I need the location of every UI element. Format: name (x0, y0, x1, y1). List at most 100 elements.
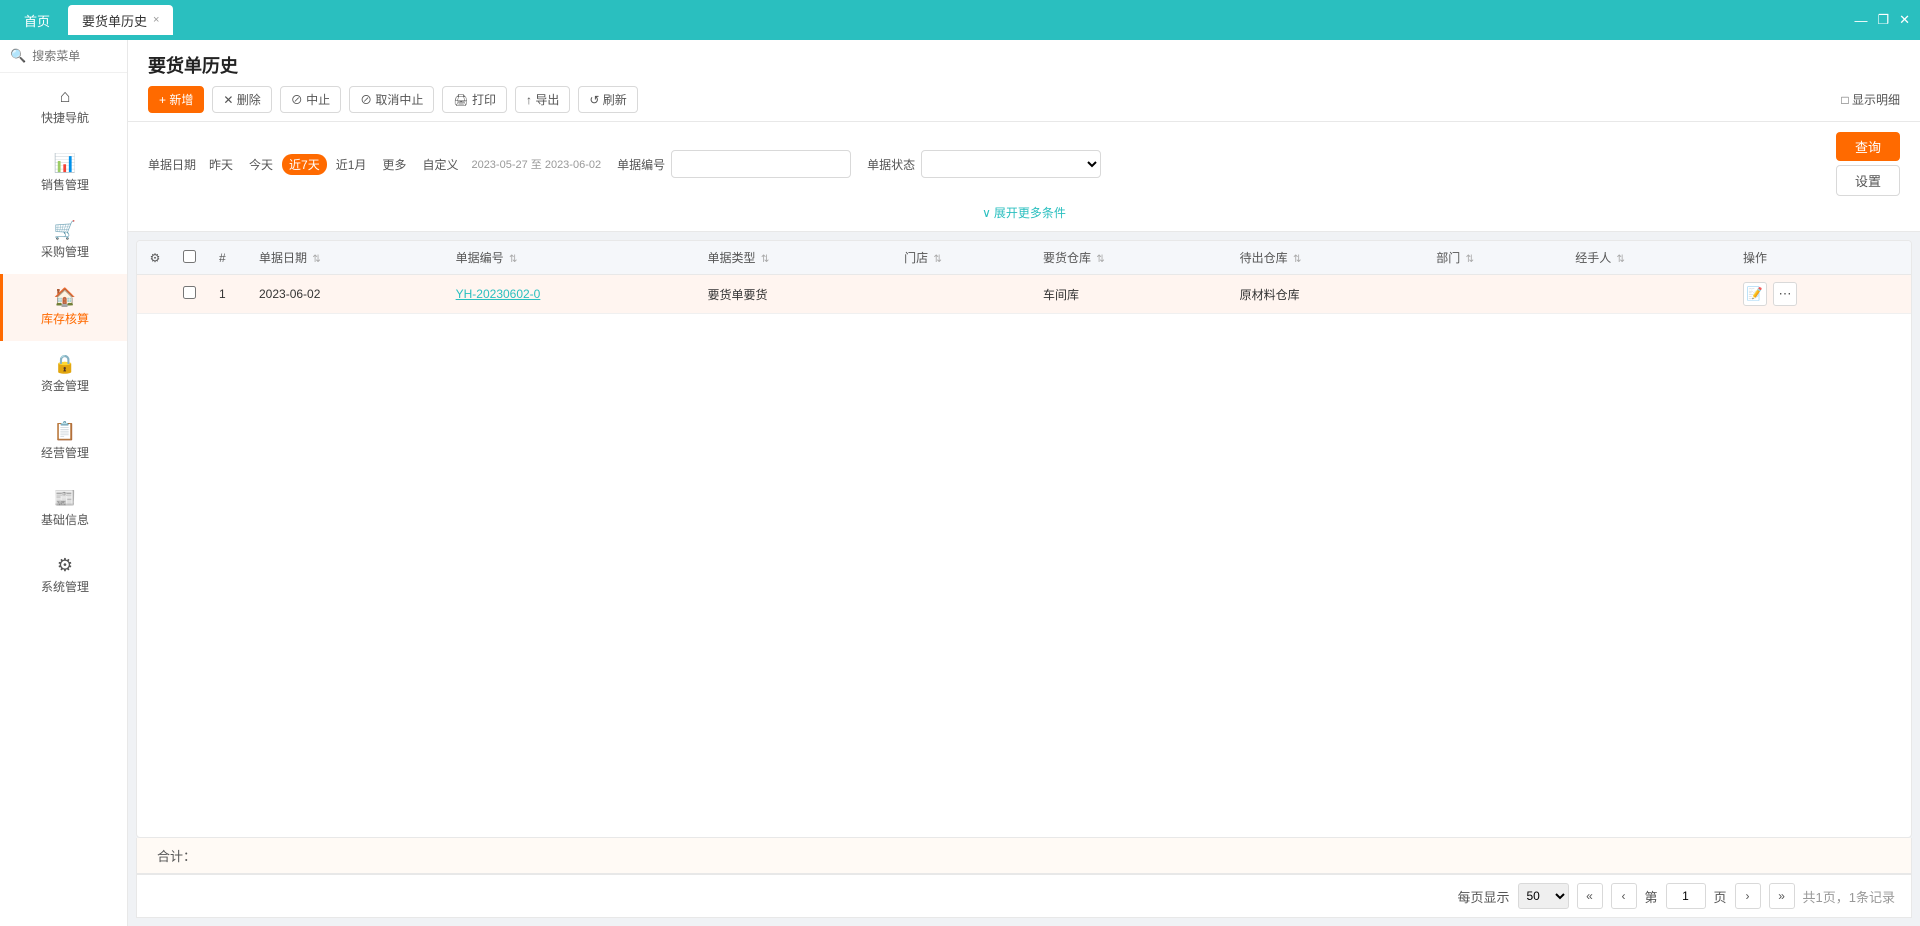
stop-button[interactable]: ⊘ 中止 (280, 86, 341, 113)
th-settings[interactable]: ⚙ (137, 241, 173, 275)
new-button[interactable]: + 新增 (148, 86, 204, 113)
system-icon: ⚙ (57, 556, 73, 574)
close-button[interactable]: ✕ (1899, 12, 1910, 28)
delete-button[interactable]: ✕ 删除 (212, 86, 271, 113)
th-req-warehouse[interactable]: 要货仓库 ⇅ (1033, 241, 1230, 275)
th-doc-date[interactable]: 单据日期 ⇅ (249, 241, 446, 275)
finance-icon: 🔒 (54, 355, 76, 373)
filter-status-select[interactable] (921, 150, 1101, 178)
page-header: 要货单历史 + 新增 ✕ 删除 ⊘ 中止 ⊘ 取消中止 🖨 打印 ↑ 导出 ↺ … (128, 40, 1920, 122)
page-prefix-label: 第 (1645, 887, 1658, 906)
tab-home[interactable]: 首页 (10, 5, 64, 35)
current-page-input[interactable] (1666, 883, 1706, 909)
sidebar-item-label: 采购管理 (41, 243, 89, 260)
filter-row-1: 单据日期 昨天 今天 近7天 近1月 更多 自定义 2023-05-27 至 2… (148, 132, 1900, 196)
sidebar-item-home[interactable]: ⌂ 快捷导航 (0, 73, 127, 140)
last-page-button[interactable]: » (1769, 883, 1795, 909)
table-header-row: ⚙ # 单据日期 ⇅ 单据编号 ⇅ (137, 241, 1911, 275)
filter-status-label: 单据状态 (867, 156, 915, 173)
filter-docno-input[interactable] (671, 150, 851, 178)
sort-icon-docno: ⇅ (509, 254, 517, 265)
cancel-stop-button[interactable]: ⊘ 取消中止 (349, 86, 434, 113)
table-row: 1 2023-06-02 YH-20230602-0 要货单要货 车间库 原材料… (137, 275, 1911, 314)
tab-yh-history[interactable]: 要货单历史 × (68, 5, 173, 35)
tab-bar: 首页 要货单历史 × (10, 5, 1854, 35)
first-page-button[interactable]: « (1577, 883, 1603, 909)
expand-row: ∨ 展开更多条件 (148, 200, 1900, 221)
filter-docno-group: 单据编号 (617, 150, 851, 178)
filter-bar: 单据日期 昨天 今天 近7天 近1月 更多 自定义 2023-05-27 至 2… (128, 122, 1920, 232)
expand-filter-button[interactable]: ∨ 展开更多条件 (982, 204, 1066, 221)
th-handler[interactable]: 经手人 ⇅ (1565, 241, 1733, 275)
th-doc-type[interactable]: 单据类型 ⇅ (698, 241, 895, 275)
home-icon: ⌂ (60, 87, 71, 105)
show-detail-button[interactable]: □ 显示明细 (1841, 91, 1900, 108)
sidebar-item-system[interactable]: ⚙ 系统管理 (0, 542, 127, 609)
th-pending-warehouse[interactable]: 待出仓库 ⇅ (1230, 241, 1427, 275)
export-button[interactable]: ↑ 导出 (515, 86, 570, 113)
table-wrapper: ⚙ # 单据日期 ⇅ 单据编号 ⇅ (136, 240, 1912, 838)
sidebar-item-label: 系统管理 (41, 578, 89, 595)
show-detail-label: □ 显示明细 (1841, 91, 1900, 108)
date-btn-1month[interactable]: 近1月 (329, 154, 374, 175)
th-store[interactable]: 门店 ⇅ (894, 241, 1033, 275)
main-table: ⚙ # 单据日期 ⇅ 单据编号 ⇅ (137, 241, 1911, 314)
select-all-checkbox[interactable] (183, 250, 196, 263)
sidebar-item-operation[interactable]: 📋 经营管理 (0, 408, 127, 475)
restore-button[interactable]: ❐ (1877, 12, 1889, 28)
td-doc-date: 2023-06-02 (249, 275, 446, 314)
sidebar-item-sales[interactable]: 📊 销售管理 (0, 140, 127, 207)
chevron-down-icon: ∨ (982, 206, 991, 220)
sidebar-item-inventory[interactable]: 🏠 库存核算 (0, 274, 127, 341)
minimize-button[interactable]: — (1854, 13, 1867, 28)
prev-page-button[interactable]: ‹ (1611, 883, 1637, 909)
per-page-select[interactable]: 50 10 20 100 (1518, 883, 1569, 909)
td-department (1426, 275, 1565, 314)
td-checkbox[interactable] (173, 275, 209, 314)
sidebar-item-basic[interactable]: 📰 基础信息 (0, 475, 127, 542)
settings-button[interactable]: 设置 (1836, 165, 1900, 196)
sidebar-item-label: 经营管理 (41, 444, 89, 461)
filter-date-group: 单据日期 昨天 今天 近7天 近1月 更多 自定义 2023-05-27 至 2… (148, 154, 601, 175)
td-handler (1565, 275, 1733, 314)
sidebar-item-purchase[interactable]: 🛒 采购管理 (0, 207, 127, 274)
th-operation: 操作 (1733, 241, 1911, 275)
sort-icon-pendwh: ⇅ (1293, 254, 1301, 265)
next-page-button[interactable]: › (1735, 883, 1761, 909)
page-suffix-label: 页 (1714, 887, 1727, 906)
date-btn-custom[interactable]: 自定义 (415, 154, 465, 175)
sort-icon-dept: ⇅ (1466, 254, 1474, 265)
close-tab-icon[interactable]: × (153, 14, 159, 26)
more-icon[interactable]: ⋯ (1773, 282, 1797, 306)
sidebar-item-label: 资金管理 (41, 377, 89, 394)
filter-docno-label: 单据编号 (617, 156, 665, 173)
th-doc-no[interactable]: 单据编号 ⇅ (446, 241, 698, 275)
sidebar-item-label: 快捷导航 (41, 109, 89, 126)
top-bar: 首页 要货单历史 × — ❐ ✕ (0, 0, 1920, 40)
date-btn-7days[interactable]: 近7天 (282, 154, 327, 175)
th-num: # (209, 241, 249, 275)
row-checkbox[interactable] (183, 286, 196, 299)
date-btn-more[interactable]: 更多 (375, 154, 413, 175)
search-menu-bar[interactable]: 🔍 (0, 40, 127, 73)
td-settings (137, 275, 173, 314)
print-button[interactable]: 🖨 打印 (442, 86, 507, 113)
sidebar-item-label: 基础信息 (41, 511, 89, 528)
td-store (894, 275, 1033, 314)
date-btn-today[interactable]: 今天 (242, 154, 280, 175)
sort-icon-date: ⇅ (312, 254, 320, 265)
doc-no-link[interactable]: YH-20230602-0 (456, 287, 541, 301)
sidebar-item-label: 库存核算 (41, 310, 89, 327)
sort-icon-reqwh: ⇅ (1096, 254, 1104, 265)
sidebar-item-finance[interactable]: 🔒 资金管理 (0, 341, 127, 408)
td-doc-no[interactable]: YH-20230602-0 (446, 275, 698, 314)
refresh-button[interactable]: ↺ 刷新 (578, 86, 637, 113)
per-page-label: 每页显示 (1457, 887, 1509, 906)
th-department[interactable]: 部门 ⇅ (1426, 241, 1565, 275)
sidebar-item-label: 销售管理 (41, 176, 89, 193)
toolbar: + 新增 ✕ 删除 ⊘ 中止 ⊘ 取消中止 🖨 打印 ↑ 导出 ↺ 刷新 □ 显… (148, 86, 1900, 113)
edit-icon[interactable]: 📝 (1743, 282, 1767, 306)
date-btn-yesterday[interactable]: 昨天 (202, 154, 240, 175)
query-button[interactable]: 查询 (1836, 132, 1900, 161)
th-checkbox[interactable] (173, 241, 209, 275)
